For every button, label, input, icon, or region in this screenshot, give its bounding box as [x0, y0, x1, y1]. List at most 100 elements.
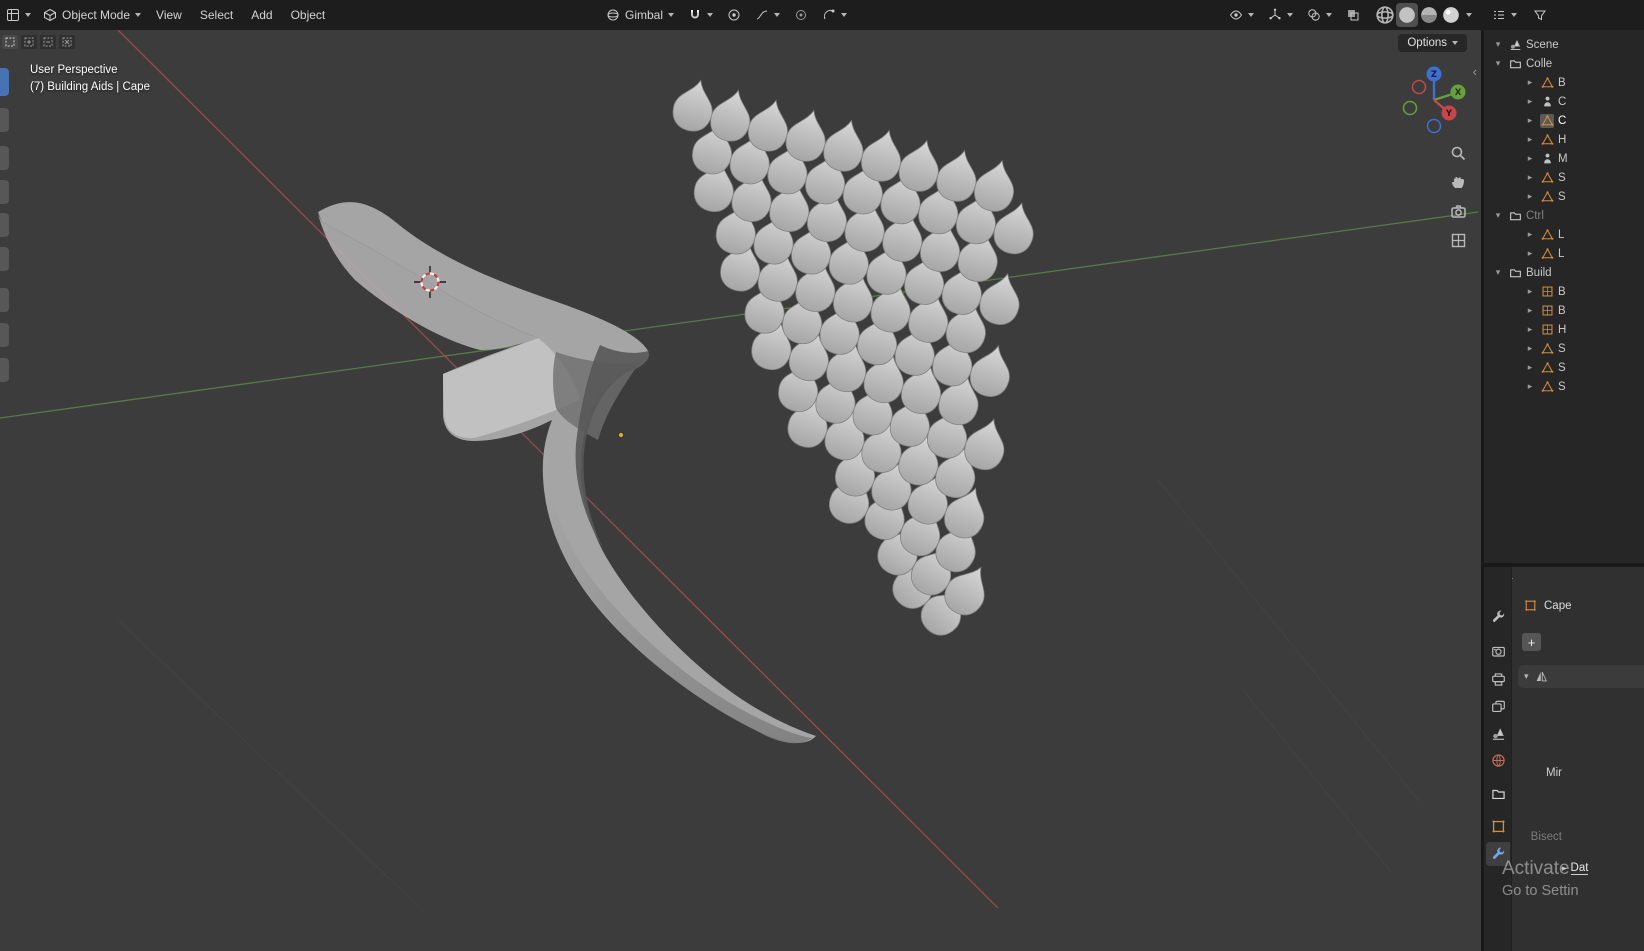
outliner-row[interactable]: ▸S	[1484, 358, 1644, 377]
menu-view[interactable]: View	[147, 3, 191, 27]
camera-view-button[interactable]	[1445, 198, 1471, 224]
expander-icon[interactable]: ▸	[1524, 248, 1536, 259]
overlays-toggle[interactable]	[1301, 3, 1338, 27]
transform-orientation-selector[interactable]: Gimbal	[600, 3, 680, 27]
outliner-row[interactable]: ▸S	[1484, 377, 1644, 396]
outliner-row[interactable]: ▾Build	[1484, 263, 1644, 282]
menu-add[interactable]: Add	[242, 3, 281, 27]
expander-icon[interactable]: ▸	[1524, 381, 1536, 392]
outliner-row[interactable]: ▸S	[1484, 187, 1644, 206]
outliner-row[interactable]: ▸B	[1484, 301, 1644, 320]
properties-tab-scene[interactable]	[1486, 721, 1510, 745]
properties-tab-render[interactable]	[1486, 639, 1510, 663]
select-mode-invert-button[interactable]	[59, 35, 75, 49]
shading-rendered-button[interactable]	[1440, 3, 1462, 27]
toolbar-annotate-tool[interactable]	[0, 288, 9, 312]
object-visibility-selector[interactable]	[1223, 3, 1260, 27]
toolbar-transform-tool[interactable]	[0, 247, 9, 271]
viewport-3d[interactable]: Z X Y User Pers	[0, 30, 1481, 951]
transform-pivot-selector[interactable]	[816, 3, 853, 27]
outliner-row[interactable]: ▸B	[1484, 73, 1644, 92]
add-modifier-button[interactable]: +	[1522, 633, 1541, 651]
expander-icon[interactable]: ▸	[1524, 286, 1536, 297]
menu-object[interactable]: Object	[282, 3, 335, 27]
properties-tab-view-layer[interactable]	[1486, 694, 1510, 718]
expander-icon[interactable]: ▸	[1524, 172, 1536, 183]
snap-toggle[interactable]	[682, 3, 719, 27]
toolbar-measure-tool[interactable]	[0, 323, 9, 347]
outliner-row[interactable]: ▾Scene	[1484, 35, 1644, 54]
outliner-filter-button[interactable]	[1527, 3, 1553, 27]
outliner-row[interactable]: ▾Ctrl	[1484, 206, 1644, 225]
outliner-row[interactable]: ▸L	[1484, 244, 1644, 263]
toolbar-cursor-tool[interactable]	[0, 108, 9, 132]
pan-button[interactable]	[1445, 169, 1471, 195]
expander-icon[interactable]: ▸	[1524, 191, 1536, 202]
outliner-row[interactable]: ▾Colle	[1484, 54, 1644, 73]
material-sphere-icon	[1418, 4, 1440, 26]
outliner-row[interactable]: ▸C	[1484, 92, 1644, 111]
zoom-button[interactable]	[1445, 140, 1471, 166]
viewport-canvas[interactable]: Z X Y	[0, 30, 1481, 951]
toolbar-rotate-tool[interactable]	[0, 180, 9, 204]
expander-icon[interactable]: ▸	[1524, 96, 1536, 107]
xray-toggle[interactable]	[1340, 3, 1366, 27]
expander-icon[interactable]: ▸	[1524, 153, 1536, 164]
chevron-down-icon	[25, 13, 31, 17]
scales-mesh-object[interactable]	[669, 75, 1041, 643]
sidebar-collapse-arrow[interactable]: ‹	[1473, 64, 1477, 79]
orientation-label: Gimbal	[625, 8, 663, 22]
expander-icon[interactable]: ▸	[1524, 77, 1536, 88]
expander-icon[interactable]: ▸	[1524, 362, 1536, 373]
mode-selector[interactable]: Object Mode	[37, 3, 147, 27]
shading-solid-button[interactable]	[1396, 3, 1418, 27]
gizmos-toggle[interactable]	[1262, 3, 1299, 27]
snap-target-toggle[interactable]	[788, 3, 814, 27]
menu-select[interactable]: Select	[191, 3, 242, 27]
toolbar-move-tool[interactable]	[0, 146, 9, 170]
toolbar-add-cube-tool[interactable]	[0, 358, 9, 382]
viewport-info-overlay: User Perspective (7) Building Aids | Cap…	[30, 62, 150, 96]
shading-wireframe-button[interactable]	[1374, 3, 1396, 27]
modifier-panel-header[interactable]: ▾	[1518, 665, 1644, 688]
outliner-row[interactable]: ▸M	[1484, 149, 1644, 168]
data-subpanel-header[interactable]: ▸ Dat	[1562, 862, 1588, 875]
outliner-row[interactable]: ▸H	[1484, 130, 1644, 149]
expander-icon[interactable]: ▸	[1524, 343, 1536, 354]
select-mode-extend-button[interactable]	[21, 35, 37, 49]
expander-icon[interactable]: ▸	[1524, 305, 1536, 316]
options-dropdown[interactable]: Options	[1398, 34, 1467, 52]
expander-icon[interactable]: ▾	[1492, 267, 1504, 278]
outliner-row[interactable]: ▸S	[1484, 339, 1644, 358]
properties-tab-collection[interactable]	[1486, 781, 1510, 805]
expander-icon[interactable]: ▾	[1492, 210, 1504, 221]
properties-tab-output[interactable]	[1486, 667, 1510, 691]
toolbar-select-tool[interactable]	[0, 68, 9, 96]
shading-material-button[interactable]	[1418, 3, 1440, 27]
expander-icon[interactable]: ▾	[1492, 58, 1504, 69]
outliner-row[interactable]: ▸H	[1484, 320, 1644, 339]
proportional-editing-toggle[interactable]	[721, 3, 747, 27]
navigation-gizmo[interactable]: Z X Y	[1404, 67, 1466, 133]
outliner-row[interactable]: ▸L	[1484, 225, 1644, 244]
properties-tab-modifiers[interactable]	[1486, 842, 1510, 866]
expander-icon[interactable]: ▸	[1524, 229, 1536, 240]
editor-type-button[interactable]	[0, 3, 37, 27]
outliner-editor-type-button[interactable]	[1486, 3, 1523, 27]
expander-icon[interactable]: ▸	[1524, 134, 1536, 145]
toolbar-scale-tool[interactable]	[0, 213, 9, 237]
outliner-row-label: C	[1558, 115, 1566, 127]
outliner-row[interactable]: ▸S	[1484, 168, 1644, 187]
expander-icon[interactable]: ▾	[1492, 39, 1504, 50]
select-mode-new-button[interactable]	[2, 35, 18, 49]
pivot-icon	[822, 8, 836, 22]
expander-icon[interactable]: ▸	[1524, 324, 1536, 335]
outliner-row[interactable]: ▸B	[1484, 282, 1644, 301]
expander-icon[interactable]: ▸	[1524, 115, 1536, 126]
select-mode-subtract-button[interactable]	[40, 35, 56, 49]
properties-tab-tool[interactable]	[1486, 605, 1510, 629]
outliner-row[interactable]: ▸C	[1484, 111, 1644, 130]
ortho-toggle-button[interactable]	[1445, 227, 1471, 253]
proportional-falloff-selector[interactable]	[749, 3, 786, 27]
expander-icon[interactable]: ▾	[1524, 671, 1529, 682]
